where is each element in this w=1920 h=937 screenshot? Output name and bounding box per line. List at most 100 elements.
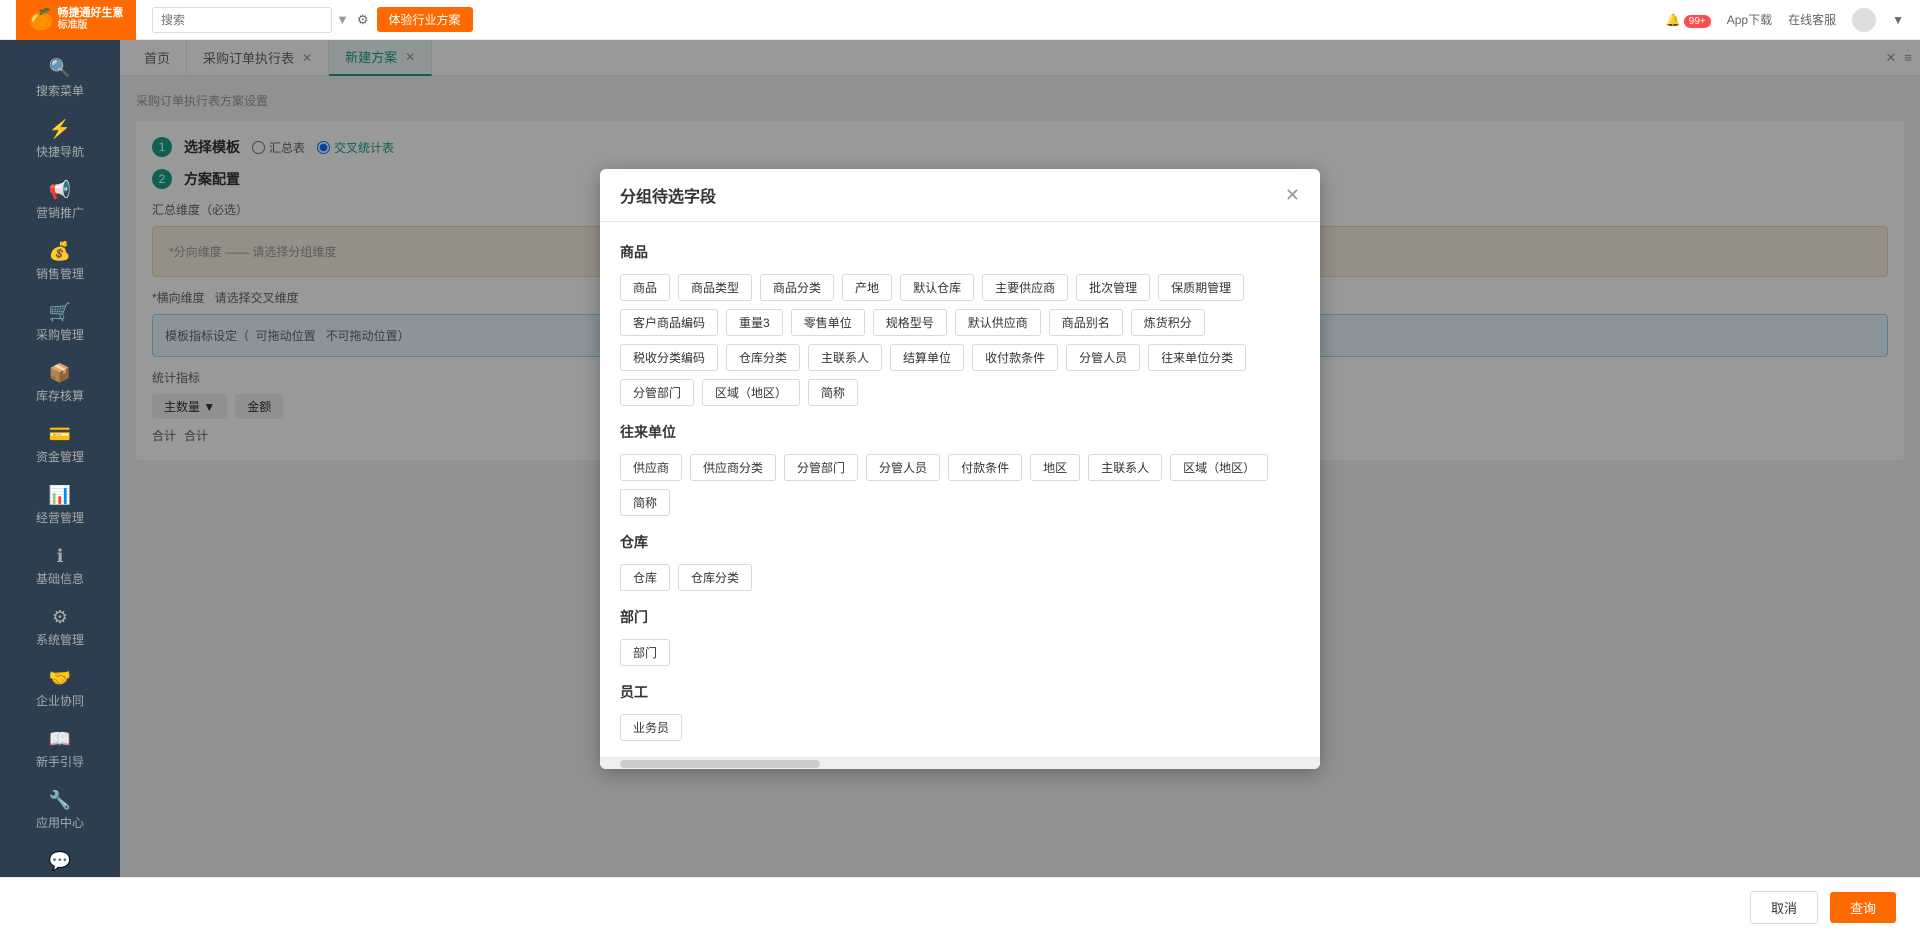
- field-select-modal: 分组待选字段 ✕ 商品 商品 商品类型 商品分类 产地 默认仓库 主要供应商 批…: [600, 169, 1320, 769]
- field-tag[interactable]: 炼货积分: [1131, 309, 1205, 336]
- field-tag[interactable]: 重量3: [726, 309, 783, 336]
- sidebar-item-inventory[interactable]: 📦 库存核算: [0, 353, 120, 414]
- field-tags-partner: 供应商 供应商分类 分管部门 分管人员 付款条件 地区 主联系人 区域（地区） …: [620, 454, 1300, 516]
- field-tags-warehouse: 仓库 仓库分类: [620, 564, 1300, 591]
- dropdown-arrow-icon[interactable]: ▼: [336, 12, 349, 27]
- field-tag[interactable]: 供应商: [620, 454, 682, 481]
- marketing-icon: 📢: [49, 180, 71, 201]
- settings-icon[interactable]: ⚙: [357, 12, 369, 28]
- field-tag[interactable]: 商品分类: [760, 274, 834, 301]
- field-tag[interactable]: 部门: [620, 639, 670, 666]
- field-tag[interactable]: 默认仓库: [900, 274, 974, 301]
- sidebar-item-marketing[interactable]: 📢 营销推广: [0, 170, 120, 231]
- field-tag[interactable]: 分管人员: [1066, 344, 1140, 371]
- sidebar-item-operations[interactable]: 📊 经营管理: [0, 475, 120, 536]
- sidebar-item-purchase[interactable]: 🛒 采购管理: [0, 292, 120, 353]
- sidebar-item-system[interactable]: ⚙ 系统管理: [0, 597, 120, 658]
- section-title-goods: 商品: [620, 242, 1300, 262]
- notification-area[interactable]: 🔔 99+: [1665, 13, 1710, 27]
- experience-btn[interactable]: 体验行业方案: [377, 7, 473, 32]
- field-tag[interactable]: 默认供应商: [955, 309, 1041, 336]
- search-input[interactable]: [152, 7, 332, 33]
- field-tag[interactable]: 业务员: [620, 714, 682, 741]
- field-tags-goods: 商品 商品类型 商品分类 产地 默认仓库 主要供应商 批次管理 保质期管理 客户…: [620, 274, 1300, 406]
- field-tag[interactable]: 商品: [620, 274, 670, 301]
- guide-icon: 📖: [49, 729, 71, 750]
- system-icon: ⚙: [52, 607, 68, 628]
- field-tag[interactable]: 批次管理: [1076, 274, 1150, 301]
- field-tag[interactable]: 付款条件: [948, 454, 1022, 481]
- field-tag[interactable]: 区域（地区）: [702, 379, 800, 406]
- field-tag[interactable]: 商品类型: [678, 274, 752, 301]
- field-tag[interactable]: 简称: [620, 489, 670, 516]
- field-tag[interactable]: 零售单位: [791, 309, 865, 336]
- field-tag[interactable]: 收付款条件: [972, 344, 1058, 371]
- field-tag[interactable]: 分管部门: [784, 454, 858, 481]
- field-tag[interactable]: 规格型号: [873, 309, 947, 336]
- field-tag[interactable]: 往来单位分类: [1148, 344, 1246, 371]
- user-menu-arrow[interactable]: ▼: [1892, 13, 1904, 27]
- sidebar-item-basics[interactable]: ℹ 基础信息: [0, 536, 120, 597]
- sidebar-item-guide[interactable]: 📖 新手引导: [0, 719, 120, 780]
- modal-horizontal-scrollbar[interactable]: [600, 757, 1320, 769]
- notification-badge: 99+: [1684, 15, 1711, 28]
- section-title-dept: 部门: [620, 607, 1300, 627]
- modal-body: 商品 商品 商品类型 商品分类 产地 默认仓库 主要供应商 批次管理 保质期管理…: [600, 222, 1320, 757]
- sidebar-label-system: 系统管理: [36, 631, 84, 648]
- field-tag[interactable]: 仓库: [620, 564, 670, 591]
- cancel-button[interactable]: 取消: [1750, 891, 1818, 924]
- sidebar-label-marketing: 营销推广: [36, 204, 84, 221]
- field-tag[interactable]: 结算单位: [890, 344, 964, 371]
- sidebar-item-search[interactable]: 🔍 搜索菜单: [0, 48, 120, 109]
- basics-icon: ℹ: [57, 546, 64, 567]
- section-title-warehouse: 仓库: [620, 532, 1300, 552]
- user-avatar[interactable]: [1852, 8, 1876, 32]
- field-tag[interactable]: 客户商品编码: [620, 309, 718, 336]
- app-logo: 🍊 畅捷通好生意 标准版: [16, 0, 136, 40]
- field-tag[interactable]: 主联系人: [1088, 454, 1162, 481]
- sidebar-label-finance: 资金管理: [36, 448, 84, 465]
- sidebar-label-purchase: 采购管理: [36, 326, 84, 343]
- sales-icon: 💰: [49, 241, 71, 262]
- sidebar-label-apps: 应用中心: [36, 814, 84, 831]
- section-title-staff: 员工: [620, 682, 1300, 702]
- field-tag[interactable]: 供应商分类: [690, 454, 776, 481]
- inventory-icon: 📦: [49, 363, 71, 384]
- logo-icon: 🍊: [29, 7, 54, 32]
- purchase-icon: 🛒: [49, 302, 71, 323]
- field-tag[interactable]: 商品别名: [1049, 309, 1123, 336]
- field-tag[interactable]: 分管部门: [620, 379, 694, 406]
- field-tag[interactable]: 产地: [842, 274, 892, 301]
- sidebar: 🔍 搜索菜单 ⚡ 快捷导航 📢 营销推广 💰 销售管理 🛒 采购管理 📦 库存核…: [0, 40, 120, 937]
- hscroll-thumb[interactable]: [620, 760, 820, 768]
- field-tag[interactable]: 区域（地区）: [1170, 454, 1268, 481]
- sidebar-item-sales[interactable]: 💰 销售管理: [0, 231, 120, 292]
- online-support-link[interactable]: 在线客服: [1788, 11, 1836, 28]
- collab-icon: 🤝: [49, 668, 71, 689]
- sidebar-label-quicknav: 快捷导航: [36, 143, 84, 160]
- confirm-button[interactable]: 查询: [1830, 892, 1896, 923]
- field-tag[interactable]: 地区: [1030, 454, 1080, 481]
- sidebar-label-guide: 新手引导: [36, 753, 84, 770]
- field-tag[interactable]: 主要供应商: [982, 274, 1068, 301]
- sidebar-item-quicknav[interactable]: ⚡ 快捷导航: [0, 109, 120, 170]
- operations-icon: 📊: [49, 485, 71, 506]
- sidebar-item-collab[interactable]: 🤝 企业协同: [0, 658, 120, 719]
- field-tag[interactable]: 税收分类编码: [620, 344, 718, 371]
- field-tag[interactable]: 仓库分类: [678, 564, 752, 591]
- modal-title: 分组待选字段: [620, 183, 716, 207]
- field-tag[interactable]: 仓库分类: [726, 344, 800, 371]
- field-tag[interactable]: 保质期管理: [1158, 274, 1244, 301]
- field-tags-dept: 部门: [620, 639, 1300, 666]
- sidebar-item-finance[interactable]: 💳 资金管理: [0, 414, 120, 475]
- sidebar-label-sales: 销售管理: [36, 265, 84, 282]
- sidebar-item-apps[interactable]: 🔧 应用中心: [0, 780, 120, 841]
- modal-close-button[interactable]: ✕: [1285, 186, 1300, 204]
- app-download-link[interactable]: App下载: [1727, 11, 1772, 28]
- field-tag[interactable]: 分管人员: [866, 454, 940, 481]
- footer-bar: 取消 查询: [0, 877, 1920, 937]
- field-tag[interactable]: 简称: [808, 379, 858, 406]
- apps-icon: 🔧: [49, 790, 71, 811]
- section-title-partner: 往来单位: [620, 422, 1300, 442]
- field-tag[interactable]: 主联系人: [808, 344, 882, 371]
